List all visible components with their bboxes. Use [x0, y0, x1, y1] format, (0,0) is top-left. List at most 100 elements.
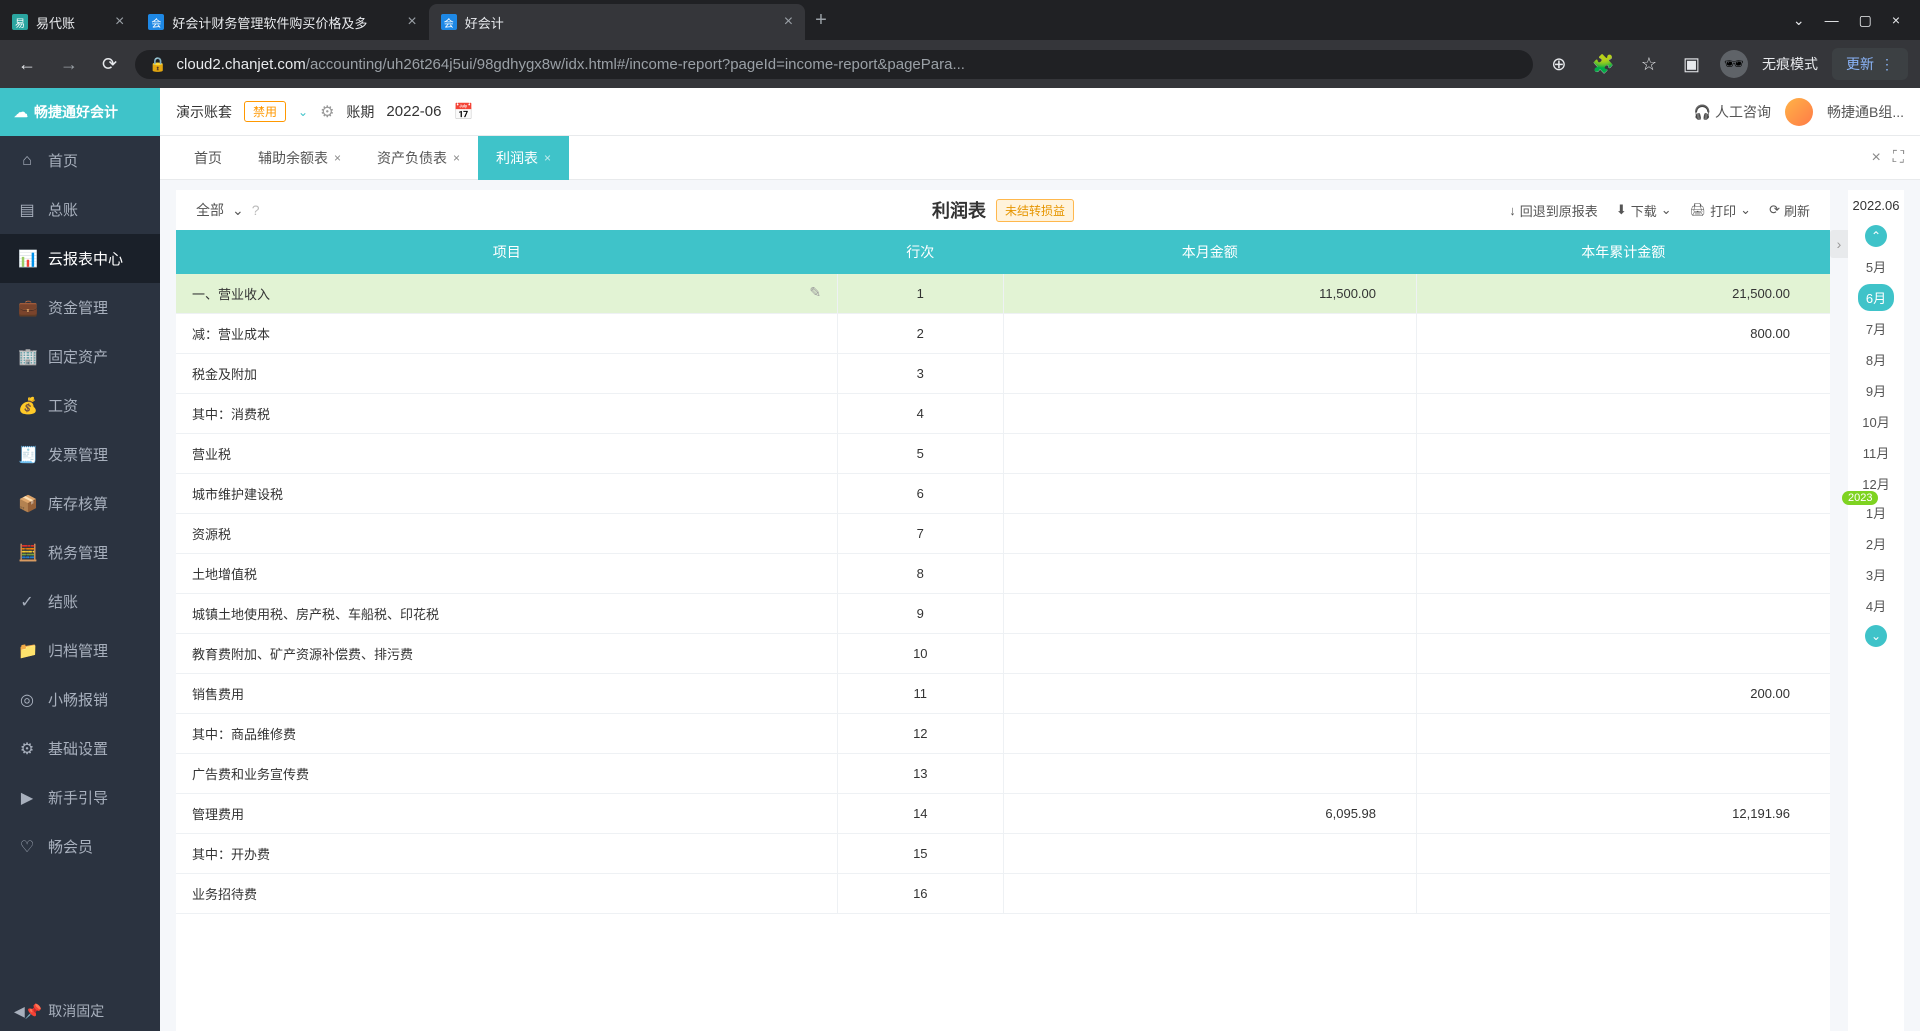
cell-year	[1417, 754, 1831, 794]
table-row[interactable]: 城镇土地使用税、房产税、车船税、印花税 9	[176, 594, 1830, 634]
tab-3[interactable]: 利润表×	[478, 136, 569, 180]
tab-0[interactable]: 首页	[176, 136, 240, 180]
close-icon[interactable]: ×	[544, 151, 551, 165]
sidebar-item-5[interactable]: 💰工资	[0, 381, 160, 430]
sidebar-item-13[interactable]: ▶新手引导	[0, 773, 160, 822]
sidebar-item-12[interactable]: ⚙基础设置	[0, 724, 160, 773]
table-row[interactable]: 一、营业收入✎ 1 11,500.00 21,500.00	[176, 274, 1830, 314]
close-all-tabs-icon[interactable]: ×	[1871, 149, 1880, 167]
fullscreen-icon[interactable]: ⛶	[1893, 149, 1904, 167]
close-icon[interactable]: ×	[453, 151, 460, 165]
cell-item: 其中：消费税	[176, 394, 838, 434]
sidebar-item-10[interactable]: 📁归档管理	[0, 626, 160, 675]
timeline-month-5月[interactable]: 5月	[1848, 251, 1904, 282]
tab-1[interactable]: 辅助余额表×	[240, 136, 359, 180]
help-icon[interactable]: ?	[252, 202, 260, 218]
print-button[interactable]: 🖨 打印 ⌄	[1690, 201, 1751, 220]
close-icon[interactable]: ×	[115, 13, 124, 31]
sidebar-item-8[interactable]: 🧮税务管理	[0, 528, 160, 577]
table-row[interactable]: 税金及附加 3	[176, 354, 1830, 394]
cell-year	[1417, 354, 1831, 394]
sidebar-item-9[interactable]: ✓结账	[0, 577, 160, 626]
browser-tab-0[interactable]: 易 易代账 ×	[0, 4, 136, 40]
sidebar-item-label: 畅会员	[48, 836, 93, 857]
table-row[interactable]: 营业税 5	[176, 434, 1830, 474]
support-button[interactable]: 🎧 人工咨询	[1694, 102, 1771, 122]
update-button[interactable]: 更新 ⋮	[1832, 48, 1908, 80]
cell-year	[1417, 554, 1831, 594]
sidebar-item-6[interactable]: 🧾发票管理	[0, 430, 160, 479]
table-row[interactable]: 其中：开办费 15	[176, 834, 1830, 874]
sidebar-item-1[interactable]: ▤总账	[0, 185, 160, 234]
timeline-month-8月[interactable]: 8月	[1848, 344, 1904, 375]
timeline-month-3月[interactable]: 3月	[1848, 559, 1904, 590]
table-row[interactable]: 其中：商品维修费 12	[176, 714, 1830, 754]
timeline-month-4月[interactable]: 4月	[1848, 590, 1904, 621]
disable-button[interactable]: 禁用	[244, 101, 286, 122]
unpin-button[interactable]: ◀📌取消固定	[0, 991, 160, 1031]
favicon: 易	[12, 14, 28, 30]
sidebar-item-2[interactable]: 📊云报表中心	[0, 234, 160, 283]
extension-icon[interactable]: 🧩	[1586, 48, 1620, 81]
browser-tab-2[interactable]: 会 好会计 ×	[429, 4, 805, 40]
timeline-down-button[interactable]: ⌄	[1865, 625, 1887, 647]
timeline-month-6月[interactable]: 6月	[1858, 284, 1894, 311]
gear-icon[interactable]: ⚙	[320, 102, 334, 122]
table-row[interactable]: 广告费和业务宣传费 13	[176, 754, 1830, 794]
sidebar-item-11[interactable]: ◎小畅报销	[0, 675, 160, 724]
table-row[interactable]: 资源税 7	[176, 514, 1830, 554]
refresh-button[interactable]: ⟳ 刷新	[1769, 201, 1810, 220]
reload-icon[interactable]: ⟳	[96, 48, 123, 81]
timeline-month-11月[interactable]: 11月	[1848, 437, 1904, 468]
close-icon[interactable]: ×	[784, 13, 793, 31]
close-icon[interactable]: ×	[407, 13, 416, 31]
table-row[interactable]: 减：营业成本 2 800.00	[176, 314, 1830, 354]
maximize-icon[interactable]: ▢	[1859, 12, 1872, 29]
timeline-month-7月[interactable]: 7月	[1848, 313, 1904, 344]
incognito-icon: 🕶	[1720, 50, 1748, 78]
timeline-month-10月[interactable]: 10月	[1848, 406, 1904, 437]
download-button[interactable]: ⬇ 下载 ⌄	[1616, 201, 1672, 220]
restore-button[interactable]: ↓ 回退到原报表	[1509, 201, 1598, 220]
minimize-icon[interactable]: —	[1825, 12, 1839, 29]
edit-icon[interactable]: ✎	[809, 284, 821, 301]
collapse-handle[interactable]: ›	[1830, 230, 1848, 258]
table-row[interactable]: 其中：消费税 4	[176, 394, 1830, 434]
forward-icon[interactable]: →	[54, 48, 84, 81]
filter-dropdown[interactable]: 全部⌄ ?	[196, 200, 260, 220]
table-row[interactable]: 土地增值税 8	[176, 554, 1830, 594]
table-row[interactable]: 教育费附加、矿产资源补偿费、排污费 10	[176, 634, 1830, 674]
address-bar[interactable]: 🔒 cloud2.chanjet.com/accounting/uh26t264…	[135, 50, 1533, 79]
table-row[interactable]: 城市维护建设税 6	[176, 474, 1830, 514]
table-row[interactable]: 销售费用 11 200.00	[176, 674, 1830, 714]
search-icon[interactable]: ⊕	[1545, 48, 1572, 81]
star-icon[interactable]: ☆	[1635, 48, 1663, 81]
avatar[interactable]	[1785, 98, 1813, 126]
table-row[interactable]: 管理费用 14 6,095.98 12,191.96	[176, 794, 1830, 834]
cell-row: 6	[838, 474, 1003, 514]
tab-2[interactable]: 资产负债表×	[359, 136, 478, 180]
chevron-down-icon[interactable]: ⌄	[1793, 12, 1805, 29]
calendar-icon[interactable]: 📅	[453, 102, 473, 122]
close-icon[interactable]: ×	[334, 151, 341, 165]
cell-item: 其中：商品维修费	[176, 714, 838, 754]
browser-tab-1[interactable]: 会 好会计财务管理软件购买价格及多 ×	[136, 4, 428, 40]
table-row[interactable]: 业务招待费 16	[176, 874, 1830, 914]
sidebar-icon: ▤	[18, 200, 36, 220]
timeline-up-button[interactable]: ⌃	[1865, 225, 1887, 247]
close-window-icon[interactable]: ×	[1892, 12, 1900, 29]
sidebar-item-4[interactable]: 🏢固定资产	[0, 332, 160, 381]
sidebar-item-3[interactable]: 💼资金管理	[0, 283, 160, 332]
cell-year	[1417, 394, 1831, 434]
cell-year: 200.00	[1417, 674, 1831, 714]
timeline-month-2月[interactable]: 2月	[1848, 528, 1904, 559]
sidebar-item-7[interactable]: 📦库存核算	[0, 479, 160, 528]
new-tab-button[interactable]: +	[815, 9, 827, 32]
bookmark-icon[interactable]: ▣	[1677, 48, 1706, 81]
main-area: 演示账套 禁用 ⌄ ⚙ 账期 2022-06 📅 🎧 人工咨询 畅捷通B组...…	[160, 88, 1920, 1031]
timeline-month-9月[interactable]: 9月	[1848, 375, 1904, 406]
sidebar-item-0[interactable]: ⌂首页	[0, 136, 160, 185]
back-icon[interactable]: ←	[12, 48, 42, 81]
sidebar-item-14[interactable]: ♡畅会员	[0, 822, 160, 871]
chevron-down-icon[interactable]: ⌄	[298, 105, 308, 119]
